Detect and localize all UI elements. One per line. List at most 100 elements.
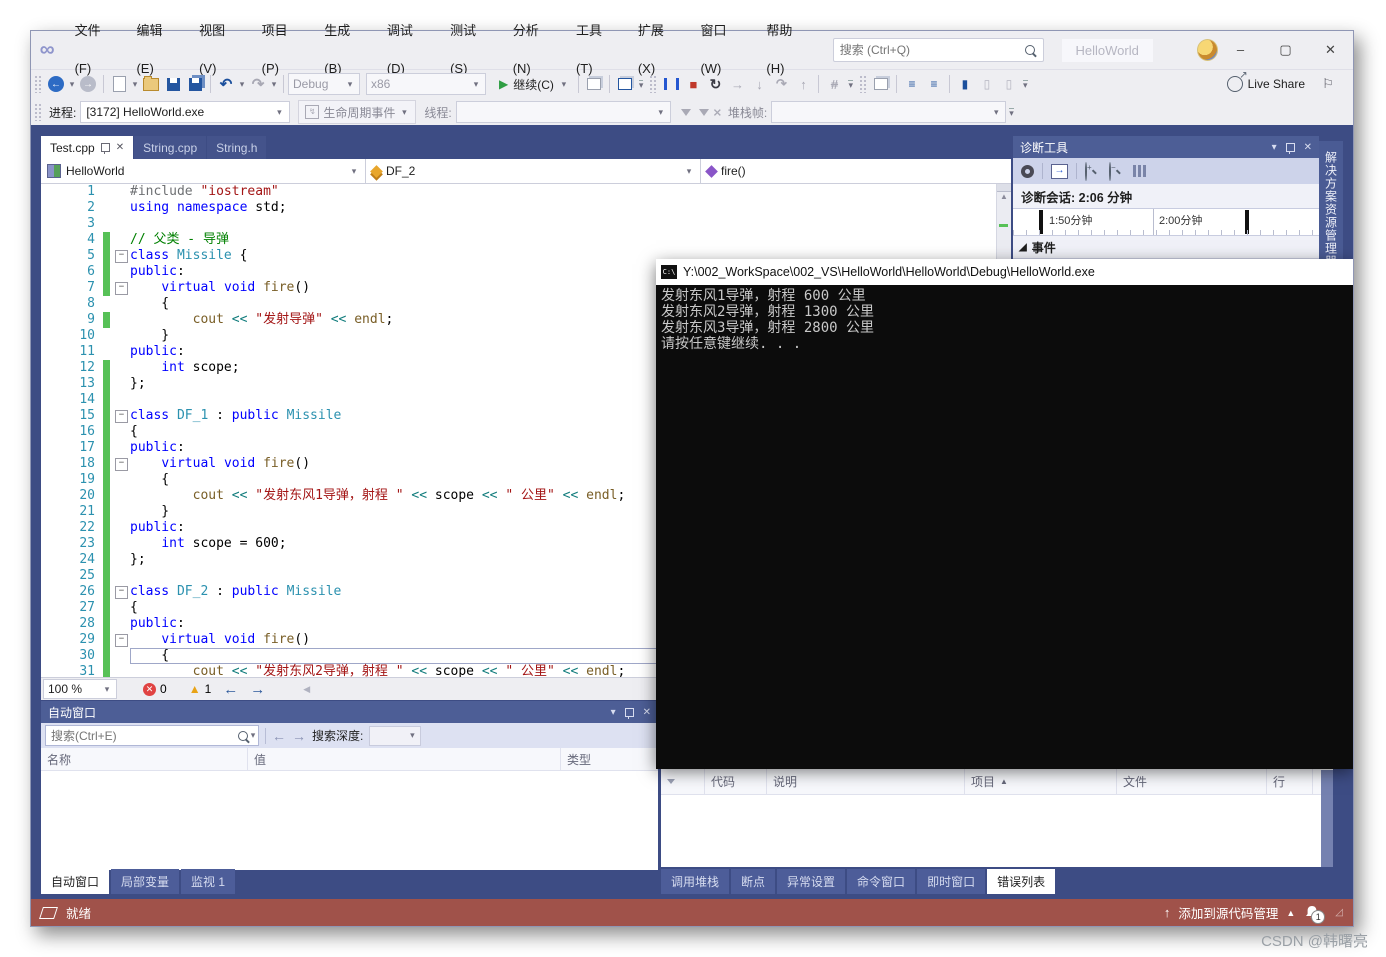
- restart-button[interactable]: [704, 73, 726, 95]
- chart-icon[interactable]: [1133, 165, 1146, 177]
- prev-bookmark-button[interactable]: [976, 73, 998, 95]
- undo-button[interactable]: [215, 73, 237, 95]
- minimize-button[interactable]: –: [1218, 31, 1263, 69]
- search-forward-icon[interactable]: [292, 728, 306, 744]
- document-tab[interactable]: String.cpp: [134, 136, 207, 159]
- column-header[interactable]: 行: [1267, 769, 1313, 794]
- errorlist-grid-body[interactable]: [661, 770, 1333, 867]
- outlining-margin[interactable]: [114, 184, 130, 200]
- member-dropdown[interactable]: fire(): [701, 159, 1011, 183]
- save-all-button[interactable]: [184, 73, 206, 95]
- save-button[interactable]: [162, 73, 184, 95]
- error-count-icon[interactable]: [143, 682, 156, 696]
- tool-window-tab[interactable]: 即时窗口: [917, 869, 986, 894]
- new-file-button[interactable]: [108, 73, 130, 95]
- show-diagnostics-button[interactable]: [870, 73, 892, 95]
- export-icon[interactable]: [1051, 163, 1068, 179]
- flagged-filter-icon[interactable]: [698, 108, 709, 116]
- close-tab-icon[interactable]: [116, 142, 124, 153]
- code-line[interactable]: 3: [41, 216, 1011, 232]
- severity-column-header[interactable]: [661, 769, 705, 794]
- source-control-caret-icon[interactable]: [1286, 908, 1295, 918]
- feedback-button[interactable]: [1317, 73, 1339, 95]
- toolbar-overflow-icon[interactable]: [1022, 79, 1028, 89]
- solution-platform-selector[interactable]: x86: [366, 73, 486, 95]
- thread-selector[interactable]: [455, 101, 671, 123]
- horizontal-scroll-left-icon[interactable]: [303, 684, 310, 695]
- tool-window-tab[interactable]: 监视 1: [181, 869, 236, 894]
- outlining-margin[interactable]: [114, 616, 130, 632]
- process-selector[interactable]: [3172] HelloWorld.exe: [80, 101, 291, 123]
- search-options-caret-icon[interactable]: [248, 730, 258, 741]
- tool-window-tab[interactable]: 错误列表: [987, 869, 1056, 894]
- column-header[interactable]: 值: [248, 748, 561, 770]
- stackframe-selector[interactable]: [771, 101, 1007, 123]
- outlining-margin[interactable]: [114, 360, 130, 376]
- outlining-margin[interactable]: −: [114, 408, 130, 424]
- live-share-button[interactable]: Live Share: [1226, 70, 1305, 92]
- tool-window-tab[interactable]: 自动窗口: [41, 869, 110, 894]
- column-header[interactable]: 文件: [1117, 769, 1267, 794]
- outlining-margin[interactable]: −: [114, 280, 130, 296]
- collapse-icon[interactable]: −: [115, 250, 128, 263]
- diagnostics-title-bar[interactable]: 诊断工具: [1013, 136, 1319, 158]
- open-file-button[interactable]: [140, 73, 162, 95]
- maximize-button[interactable]: ▢: [1263, 31, 1308, 69]
- column-header[interactable]: 名称: [41, 748, 248, 770]
- browser-link-button[interactable]: [583, 73, 605, 95]
- navigate-backward-icon[interactable]: [223, 681, 238, 698]
- outlining-margin[interactable]: [114, 568, 130, 584]
- step-into-button[interactable]: [748, 73, 770, 95]
- scrollbar-splitter-handle[interactable]: [997, 184, 1011, 192]
- redo-button[interactable]: [247, 73, 269, 95]
- outlining-margin[interactable]: [114, 552, 130, 568]
- outlining-margin[interactable]: [114, 296, 130, 312]
- type-dropdown[interactable]: DF_2: [366, 159, 701, 183]
- search-depth-selector[interactable]: [369, 725, 422, 746]
- collapse-icon[interactable]: −: [115, 282, 128, 295]
- stop-debugging-button[interactable]: [682, 73, 704, 95]
- diagnostics-timeline[interactable]: 1:50分钟 2:00分钟: [1013, 208, 1319, 236]
- zoom-selector[interactable]: 100 %: [43, 679, 117, 699]
- user-avatar[interactable]: [1196, 39, 1218, 61]
- navigate-forward-button[interactable]: [77, 73, 99, 95]
- window-menu-icon[interactable]: [611, 707, 616, 718]
- outlining-margin[interactable]: [114, 200, 130, 216]
- zoom-out-icon[interactable]: −: [1109, 162, 1125, 181]
- settings-gear-icon[interactable]: [1021, 164, 1034, 178]
- close-icon[interactable]: [643, 707, 651, 718]
- outlining-margin[interactable]: [114, 472, 130, 488]
- column-header[interactable]: 代码: [705, 769, 767, 794]
- tool-window-tab[interactable]: 局部变量: [111, 869, 180, 894]
- decrease-indent-button[interactable]: [901, 73, 923, 95]
- tool-window-tab[interactable]: 异常设置: [777, 869, 846, 894]
- outlining-margin[interactable]: [114, 232, 130, 248]
- outlining-margin[interactable]: [114, 216, 130, 232]
- pin-icon[interactable]: [624, 707, 634, 719]
- toolbar-overflow-icon[interactable]: [638, 79, 644, 89]
- autos-search-input[interactable]: [46, 728, 238, 743]
- close-icon[interactable]: [1304, 142, 1312, 153]
- outlining-margin[interactable]: −: [114, 632, 130, 648]
- quick-search-box[interactable]: [832, 38, 1044, 62]
- code-line[interactable]: 2 using namespace std;: [41, 200, 1011, 216]
- tool-window-tab[interactable]: 调用堆栈: [661, 869, 730, 894]
- events-section-header[interactable]: 事件: [1013, 236, 1319, 259]
- navigate-forward-icon[interactable]: [250, 681, 265, 698]
- collapse-icon[interactable]: −: [115, 586, 128, 599]
- increase-indent-button[interactable]: [923, 73, 945, 95]
- outlining-margin[interactable]: [114, 600, 130, 616]
- continue-button[interactable]: 继续(C): [494, 73, 574, 95]
- outlining-margin[interactable]: −: [114, 248, 130, 264]
- autos-search-box[interactable]: [45, 725, 259, 746]
- outlining-margin[interactable]: [114, 488, 130, 504]
- tool-window-tab[interactable]: 命令窗口: [847, 869, 916, 894]
- resize-grip[interactable]: [1335, 907, 1343, 918]
- add-to-source-control-button[interactable]: 添加到源代码管理: [1178, 903, 1278, 922]
- outlining-margin[interactable]: [114, 392, 130, 408]
- document-tab[interactable]: String.h: [207, 136, 267, 159]
- step-over-button[interactable]: [726, 73, 748, 95]
- toolbar-grip[interactable]: [34, 75, 42, 93]
- outlining-margin[interactable]: [114, 520, 130, 536]
- outlining-margin[interactable]: [114, 264, 130, 280]
